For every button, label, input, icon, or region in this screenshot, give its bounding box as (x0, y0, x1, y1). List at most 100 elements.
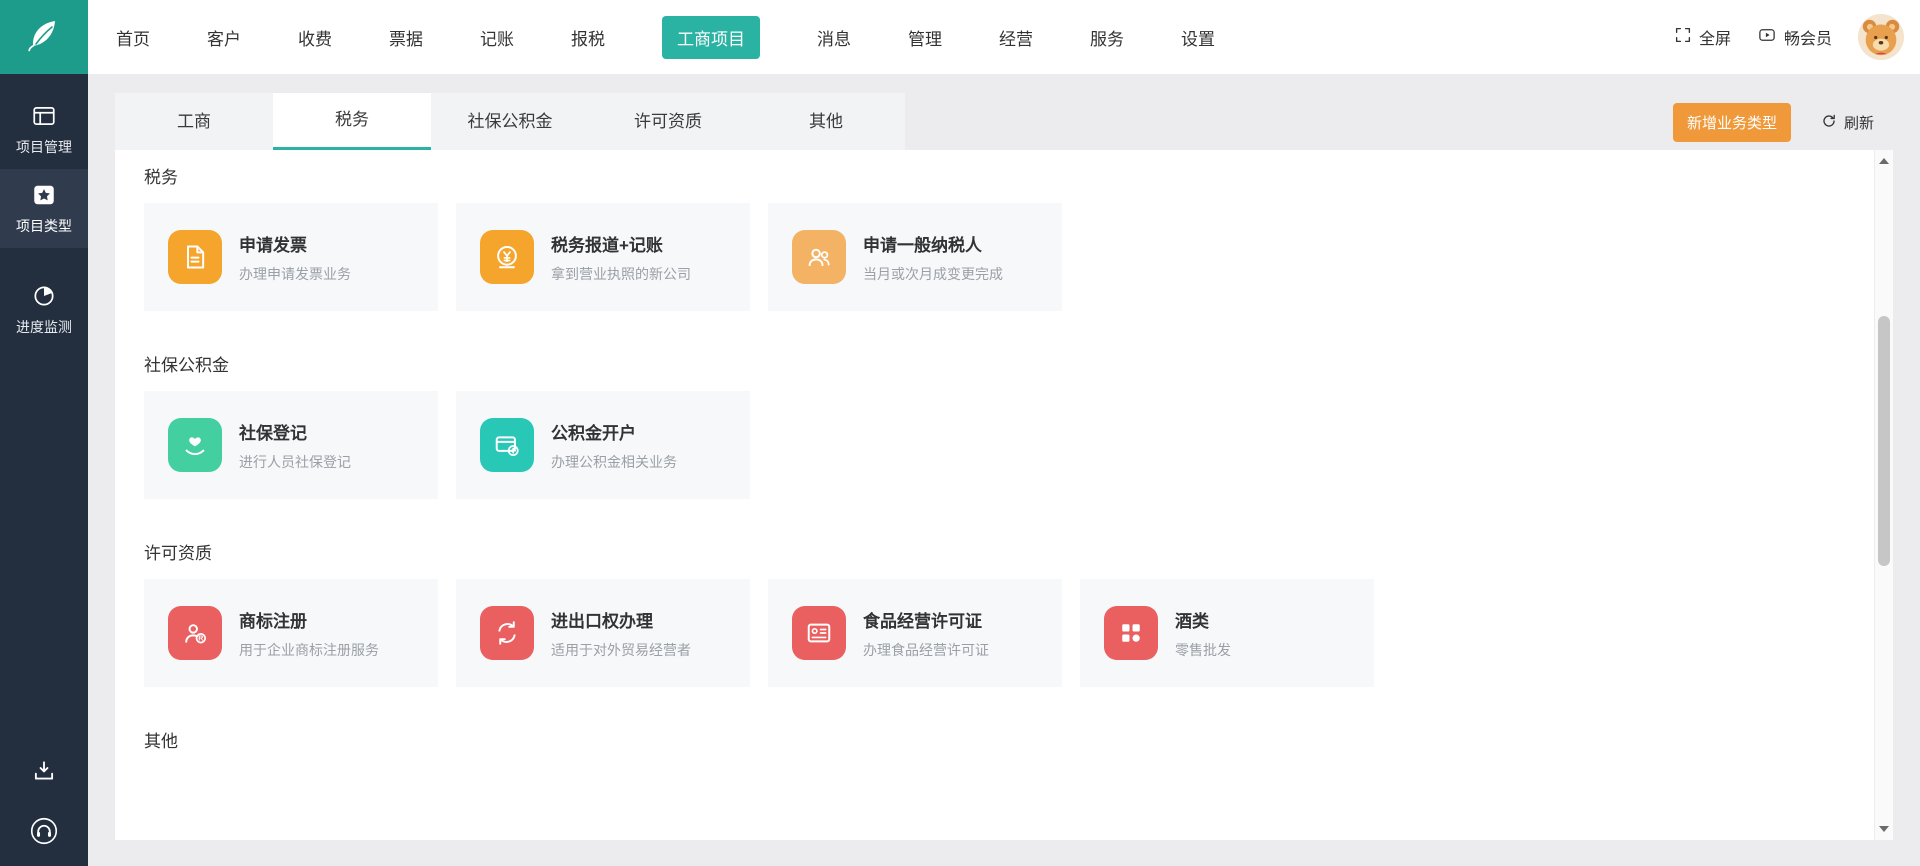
app-logo[interactable] (0, 0, 88, 74)
main-area: 工商 税务 社保公积金 许可资质 其他 新增业务类型 刷新 税务 申请发票 办理… (88, 74, 1920, 866)
tab-xuke-zizhi[interactable]: 许可资质 (589, 93, 747, 150)
card-subtitle: 适用于对外贸易经营者 (551, 641, 691, 658)
section-other: 其他 (144, 727, 1833, 752)
card-import-export-rights[interactable]: 进出口权办理 适用于对外贸易经营者 (456, 579, 750, 687)
section-title: 社保公积金 (144, 356, 229, 375)
tab-gongshang[interactable]: 工商 (115, 93, 273, 150)
fullscreen-icon (1674, 26, 1692, 49)
nav-item-operations[interactable]: 经营 (999, 25, 1033, 50)
card-title: 公积金开户 (551, 423, 636, 443)
card-title: 酒类 (1175, 611, 1209, 631)
refresh-icon (1821, 113, 1837, 133)
refresh-label: 刷新 (1843, 115, 1874, 132)
sidebar-item-label: 进度监测 (16, 319, 72, 335)
headset-support-icon[interactable] (30, 817, 58, 850)
sidebar-bottom-icons (0, 758, 88, 850)
member-button[interactable]: 畅会员 (1757, 25, 1832, 49)
sidebar-item-project-type[interactable]: 项目类型 (0, 169, 88, 248)
social-insurance-icon (168, 418, 222, 472)
nav-item-customers[interactable]: 客户 (207, 25, 241, 50)
top-bar-right: 全屏 畅会员 (1674, 14, 1920, 60)
tab-qita[interactable]: 其他 (747, 93, 905, 150)
nav-item-bookkeeping[interactable]: 记账 (480, 25, 514, 50)
card-subtitle: 零售批发 (1175, 641, 1231, 658)
scrollbar-thumb[interactable] (1878, 316, 1890, 566)
sidebar-item-progress-monitor[interactable]: 进度监测 (0, 270, 88, 349)
top-bar: 首页 客户 收费 票据 记账 报税 工商项目 消息 管理 经营 服务 设置 全屏 (0, 0, 1920, 74)
card-subtitle: 办理公积金相关业务 (551, 453, 677, 470)
card-tax-registration-bookkeeping[interactable]: 税务报道+记账 拿到营业执照的新公司 (456, 203, 750, 311)
nav-item-tax-filing[interactable]: 报税 (571, 25, 605, 50)
card-title: 社保登记 (239, 423, 307, 443)
nav-item-admin[interactable]: 管理 (908, 25, 942, 50)
left-sidebar: 项目管理 项目类型 进度监测 (0, 74, 88, 866)
main-nav: 首页 客户 收费 票据 记账 报税 工商项目 消息 管理 经营 服务 设置 (116, 15, 1215, 59)
section-title: 许可资质 (144, 544, 212, 563)
add-business-type-button[interactable]: 新增业务类型 (1672, 103, 1791, 142)
content-panel: 税务 申请发票 办理申请发票业务 税务报道+记账 拿到营业执照的新公司 申请一般… (115, 150, 1893, 840)
app-window: 首页 客户 收费 票据 记账 报税 工商项目 消息 管理 经营 服务 设置 全屏 (0, 0, 1920, 866)
card-subtitle: 进行人员社保登记 (239, 453, 351, 470)
project-type-icon (0, 182, 88, 208)
card-title: 税务报道+记账 (551, 235, 663, 255)
card-fund-account-opening[interactable]: 公积金开户 办理公积金相关业务 (456, 391, 750, 499)
card-alcohol[interactable]: 酒类 零售批发 (1080, 579, 1374, 687)
tab-shebao-gongjijin[interactable]: 社保公积金 (431, 93, 589, 150)
nav-item-services[interactable]: 服务 (1090, 25, 1124, 50)
section-title: 税务 (144, 168, 178, 187)
card-title: 申请一般纳税人 (863, 235, 982, 255)
vertical-scrollbar[interactable] (1874, 150, 1893, 840)
tab-shuiwu[interactable]: 税务 (273, 93, 431, 150)
invoice-icon (168, 230, 222, 284)
leaf-logo-icon (24, 15, 64, 60)
taxpayer-icon (792, 230, 846, 284)
member-label: 畅会员 (1783, 31, 1832, 48)
category-tabs: 工商 税务 社保公积金 许可资质 其他 (115, 93, 905, 150)
card-title: 申请发票 (239, 235, 307, 255)
sidebar-item-label: 项目类型 (16, 218, 72, 234)
card-subtitle: 办理食品经营许可证 (863, 641, 989, 658)
card-title: 食品经营许可证 (863, 611, 982, 631)
card-subtitle: 当月或次月成变更完成 (863, 265, 1003, 282)
alcohol-grid-icon (1104, 606, 1158, 660)
scroll-up-arrow[interactable] (1875, 152, 1893, 170)
card-subtitle: 拿到营业执照的新公司 (551, 265, 691, 282)
fullscreen-label: 全屏 (1698, 31, 1731, 48)
card-apply-invoice[interactable]: 申请发票 办理申请发票业务 (144, 203, 438, 311)
play-video-icon (1757, 26, 1777, 49)
nav-item-messages[interactable]: 消息 (817, 25, 851, 50)
tax-report-icon (480, 230, 534, 284)
card-general-taxpayer[interactable]: 申请一般纳税人 当月或次月成变更完成 (768, 203, 1062, 311)
card-social-insurance-register[interactable]: 社保登记 进行人员社保登记 (144, 391, 438, 499)
sidebar-item-project-manage[interactable]: 项目管理 (0, 90, 88, 169)
fullscreen-button[interactable]: 全屏 (1674, 25, 1731, 49)
user-avatar[interactable] (1858, 14, 1904, 60)
card-subtitle: 用于企业商标注册服务 (239, 641, 379, 658)
fund-account-icon (480, 418, 534, 472)
trademark-icon: R (168, 606, 222, 660)
section-title: 其他 (144, 732, 178, 751)
card-title: 商标注册 (239, 611, 307, 631)
progress-monitor-icon (0, 283, 88, 309)
section-social-insurance: 社保公积金 社保登记 进行人员社保登记 公积金开户 办理公积金相关业务 (144, 351, 1833, 499)
card-title: 进出口权办理 (551, 611, 653, 631)
import-export-icon (480, 606, 534, 660)
bear-avatar-icon (1858, 14, 1904, 60)
nav-item-settings[interactable]: 设置 (1181, 25, 1215, 50)
toolbar: 新增业务类型 刷新 (1672, 103, 1874, 142)
scroll-down-arrow[interactable] (1875, 820, 1893, 838)
nav-item-bills[interactable]: 票据 (389, 25, 423, 50)
nav-item-fees[interactable]: 收费 (298, 25, 332, 50)
download-dock-icon[interactable] (31, 758, 57, 789)
nav-item-business-projects[interactable]: 工商项目 (662, 15, 760, 59)
nav-item-home[interactable]: 首页 (116, 25, 150, 50)
sidebar-item-label: 项目管理 (16, 139, 72, 155)
project-manage-icon (0, 103, 88, 129)
food-license-icon (792, 606, 846, 660)
card-trademark-register[interactable]: R 商标注册 用于企业商标注册服务 (144, 579, 438, 687)
refresh-button[interactable]: 刷新 (1821, 112, 1874, 133)
section-taxes: 税务 申请发票 办理申请发票业务 税务报道+记账 拿到营业执照的新公司 申请一般… (144, 163, 1833, 311)
card-food-business-license[interactable]: 食品经营许可证 办理食品经营许可证 (768, 579, 1062, 687)
svg-text:R: R (198, 636, 203, 643)
card-subtitle: 办理申请发票业务 (239, 265, 351, 282)
